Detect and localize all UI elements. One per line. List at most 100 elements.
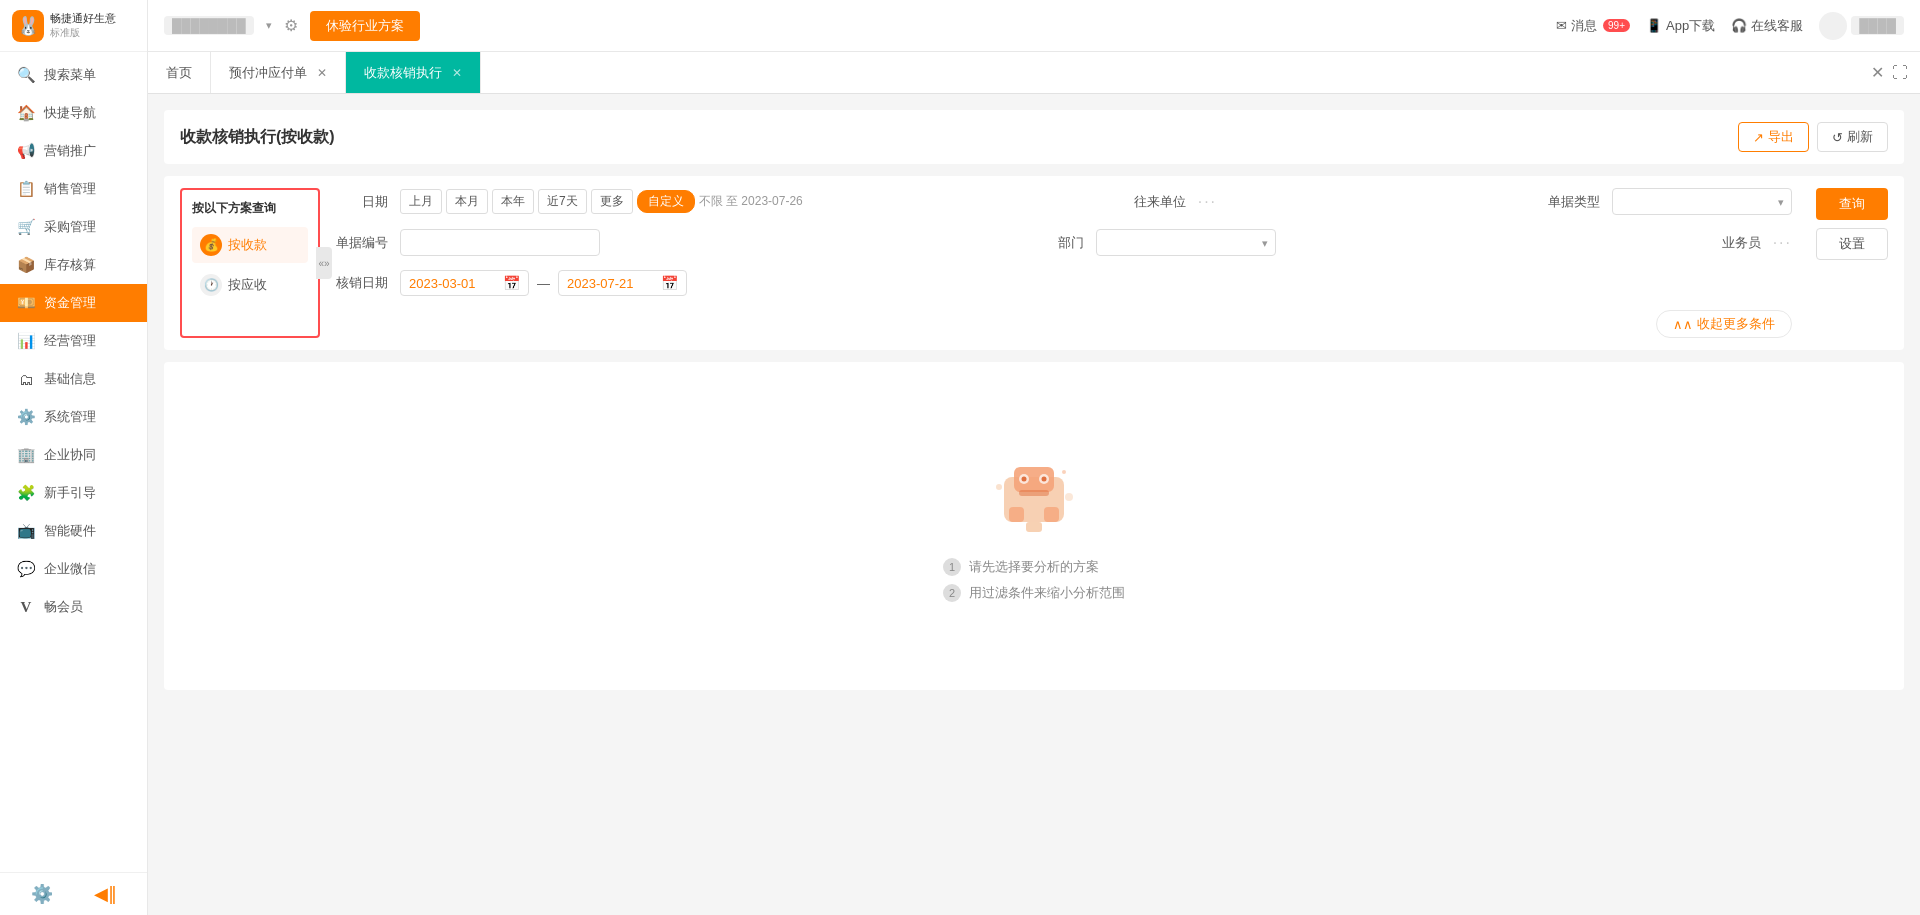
counterpart-more-icon[interactable]: ··· [1198, 193, 1217, 211]
message-icon: ✉ [1556, 18, 1567, 33]
verify-date-start-input[interactable] [409, 276, 499, 291]
app-download-button[interactable]: 📱 App下载 [1646, 17, 1715, 35]
tip-1-text: 请先选择要分析的方案 [969, 558, 1099, 576]
close-all-icon[interactable]: ✕ [1871, 63, 1884, 82]
content-area: 收款核销执行(按收款) ↗ 导出 ↺ 刷新 按以下方案查询 💰 按收款 [148, 94, 1920, 915]
sidebar-item-wechat[interactable]: 💬 企业微信 [0, 550, 147, 588]
export-icon: ↗ [1753, 130, 1764, 145]
sidebar-item-label: 资金管理 [44, 294, 96, 312]
maximize-icon[interactable]: ⛶ [1892, 64, 1908, 82]
sidebar-item-purchase[interactable]: 🛒 采购管理 [0, 208, 147, 246]
sidebar-item-label: 智能硬件 [44, 522, 96, 540]
settings-button[interactable]: 设置 [1816, 228, 1888, 260]
receipt-option-icon: 💰 [200, 234, 222, 256]
calendar-start-icon[interactable]: 📅 [503, 275, 520, 291]
svg-point-4 [1022, 477, 1027, 482]
sidebar-item-quick-nav[interactable]: 🏠 快捷导航 [0, 94, 147, 132]
page-title: 收款核销执行(按收款) [180, 127, 335, 148]
tab-prepay-label: 预付冲应付单 [229, 64, 307, 82]
salesman-label: 业务员 [1705, 234, 1761, 252]
salesman-more-icon[interactable]: ··· [1773, 234, 1792, 252]
date-more-btn[interactable]: 更多 [591, 189, 633, 214]
dept-label: 部门 [1028, 234, 1084, 252]
filter-option-by-receipt[interactable]: 💰 按收款 [192, 227, 308, 263]
enterprise-icon: 🏢 [16, 446, 36, 464]
sidebar-item-label: 销售管理 [44, 180, 96, 198]
empty-state: 1 请先选择要分析的方案 2 用过滤条件来缩小分析范围 [164, 362, 1904, 690]
user-avatar[interactable]: ████ [1819, 12, 1904, 40]
sidebar-nav: 🔍 搜索菜单 🏠 快捷导航 📢 营销推广 📋 销售管理 🛒 采购管理 📦 库存核… [0, 52, 147, 872]
tab-home[interactable]: 首页 [148, 52, 211, 93]
svg-rect-8 [1044, 507, 1059, 522]
sidebar-item-basic-info[interactable]: 🗂 基础信息 [0, 360, 147, 398]
beginner-icon: 🧩 [16, 484, 36, 502]
industry-solution-button[interactable]: 休验行业方案 [310, 11, 420, 41]
tab-receivable-close-icon[interactable]: ✕ [452, 66, 462, 80]
date-7days-btn[interactable]: 近7天 [538, 189, 587, 214]
settings-icon[interactable]: ⚙️ [31, 883, 53, 905]
date-custom-btn[interactable]: 自定义 [637, 190, 695, 213]
verify-date-start-wrap: 📅 [400, 270, 529, 296]
tip-1-num: 1 [943, 558, 961, 576]
sidebar-item-finance[interactable]: 💴 资金管理 [0, 284, 147, 322]
filter-option-by-receivable[interactable]: 🕐 按应收 [192, 267, 308, 303]
svg-point-11 [1065, 493, 1073, 501]
verify-date-end-input[interactable] [567, 276, 657, 291]
doc-type-select[interactable] [1612, 188, 1792, 215]
message-label: 消息 [1571, 17, 1597, 35]
verify-date-label: 核销日期 [332, 274, 388, 292]
verify-date-range: 📅 — 📅 [400, 270, 687, 296]
date-this-month-btn[interactable]: 本月 [446, 189, 488, 214]
gear-icon[interactable]: ⚙ [284, 16, 298, 35]
sidebar-item-system[interactable]: ⚙️ 系统管理 [0, 398, 147, 436]
sidebar-item-label: 新手引导 [44, 484, 96, 502]
tabbar-actions: ✕ ⛶ [1859, 52, 1920, 93]
smart-hw-icon: 📺 [16, 522, 36, 540]
customer-service-label: 在线客服 [1751, 17, 1803, 35]
home-icon: 🏠 [16, 104, 36, 122]
sidebar-item-search[interactable]: 🔍 搜索菜单 [0, 56, 147, 94]
sidebar-item-marketing[interactable]: 📢 营销推广 [0, 132, 147, 170]
basic-info-icon: 🗂 [16, 371, 36, 388]
calendar-end-icon[interactable]: 📅 [661, 275, 678, 291]
tab-prepay[interactable]: 预付冲应付单 ✕ [211, 52, 346, 93]
date-this-year-btn[interactable]: 本年 [492, 189, 534, 214]
tab-prepay-close-icon[interactable]: ✕ [317, 66, 327, 80]
dept-select[interactable] [1096, 229, 1276, 256]
sidebar-item-operations[interactable]: 📊 经营管理 [0, 322, 147, 360]
date-range-text: 不限 至 2023-07-26 [699, 193, 803, 210]
doc-type-select-wrapper [1612, 188, 1792, 215]
sales-icon: 📋 [16, 180, 36, 198]
doc-no-input[interactable] [400, 229, 600, 256]
service-icon: 🎧 [1731, 18, 1747, 33]
refresh-button[interactable]: ↺ 刷新 [1817, 122, 1888, 152]
collapse-sidebar-icon[interactable]: ◀‖ [94, 883, 117, 905]
svg-rect-9 [1026, 522, 1042, 532]
sidebar-item-sales[interactable]: 📋 销售管理 [0, 170, 147, 208]
tab-receivable[interactable]: 收款核销执行 ✕ [346, 52, 481, 93]
user-name: ████ [1851, 16, 1904, 35]
svg-point-10 [996, 484, 1002, 490]
chevron-down-icon[interactable]: ▾ [266, 19, 272, 32]
collapse-more-button[interactable]: ∧∧ 收起更多条件 [1656, 310, 1792, 338]
svg-rect-6 [1019, 490, 1049, 496]
sidebar-item-member[interactable]: V 畅会员 [0, 588, 147, 626]
export-button[interactable]: ↗ 导出 [1738, 122, 1809, 152]
verify-date-end-wrap: 📅 [558, 270, 687, 296]
sidebar-item-beginner[interactable]: 🧩 新手引导 [0, 474, 147, 512]
avatar [1819, 12, 1847, 40]
sidebar-item-label: 基础信息 [44, 370, 96, 388]
operations-icon: 📊 [16, 332, 36, 350]
collapse-filter-button[interactable]: «» [316, 247, 332, 279]
sidebar-item-label: 快捷导航 [44, 104, 96, 122]
sidebar-item-enterprise[interactable]: 🏢 企业协同 [0, 436, 147, 474]
customer-service-button[interactable]: 🎧 在线客服 [1731, 17, 1803, 35]
date-last-month-btn[interactable]: 上月 [400, 189, 442, 214]
doc-type-label: 单据类型 [1544, 193, 1600, 211]
sidebar-item-smart-hw[interactable]: 📺 智能硬件 [0, 512, 147, 550]
logo-name: 畅捷通好生意 [50, 11, 116, 25]
sidebar-item-inventory[interactable]: 📦 库存核算 [0, 246, 147, 284]
message-button[interactable]: ✉ 消息 99+ [1556, 17, 1630, 35]
svg-point-12 [1062, 470, 1066, 474]
query-button[interactable]: 查询 [1816, 188, 1888, 220]
